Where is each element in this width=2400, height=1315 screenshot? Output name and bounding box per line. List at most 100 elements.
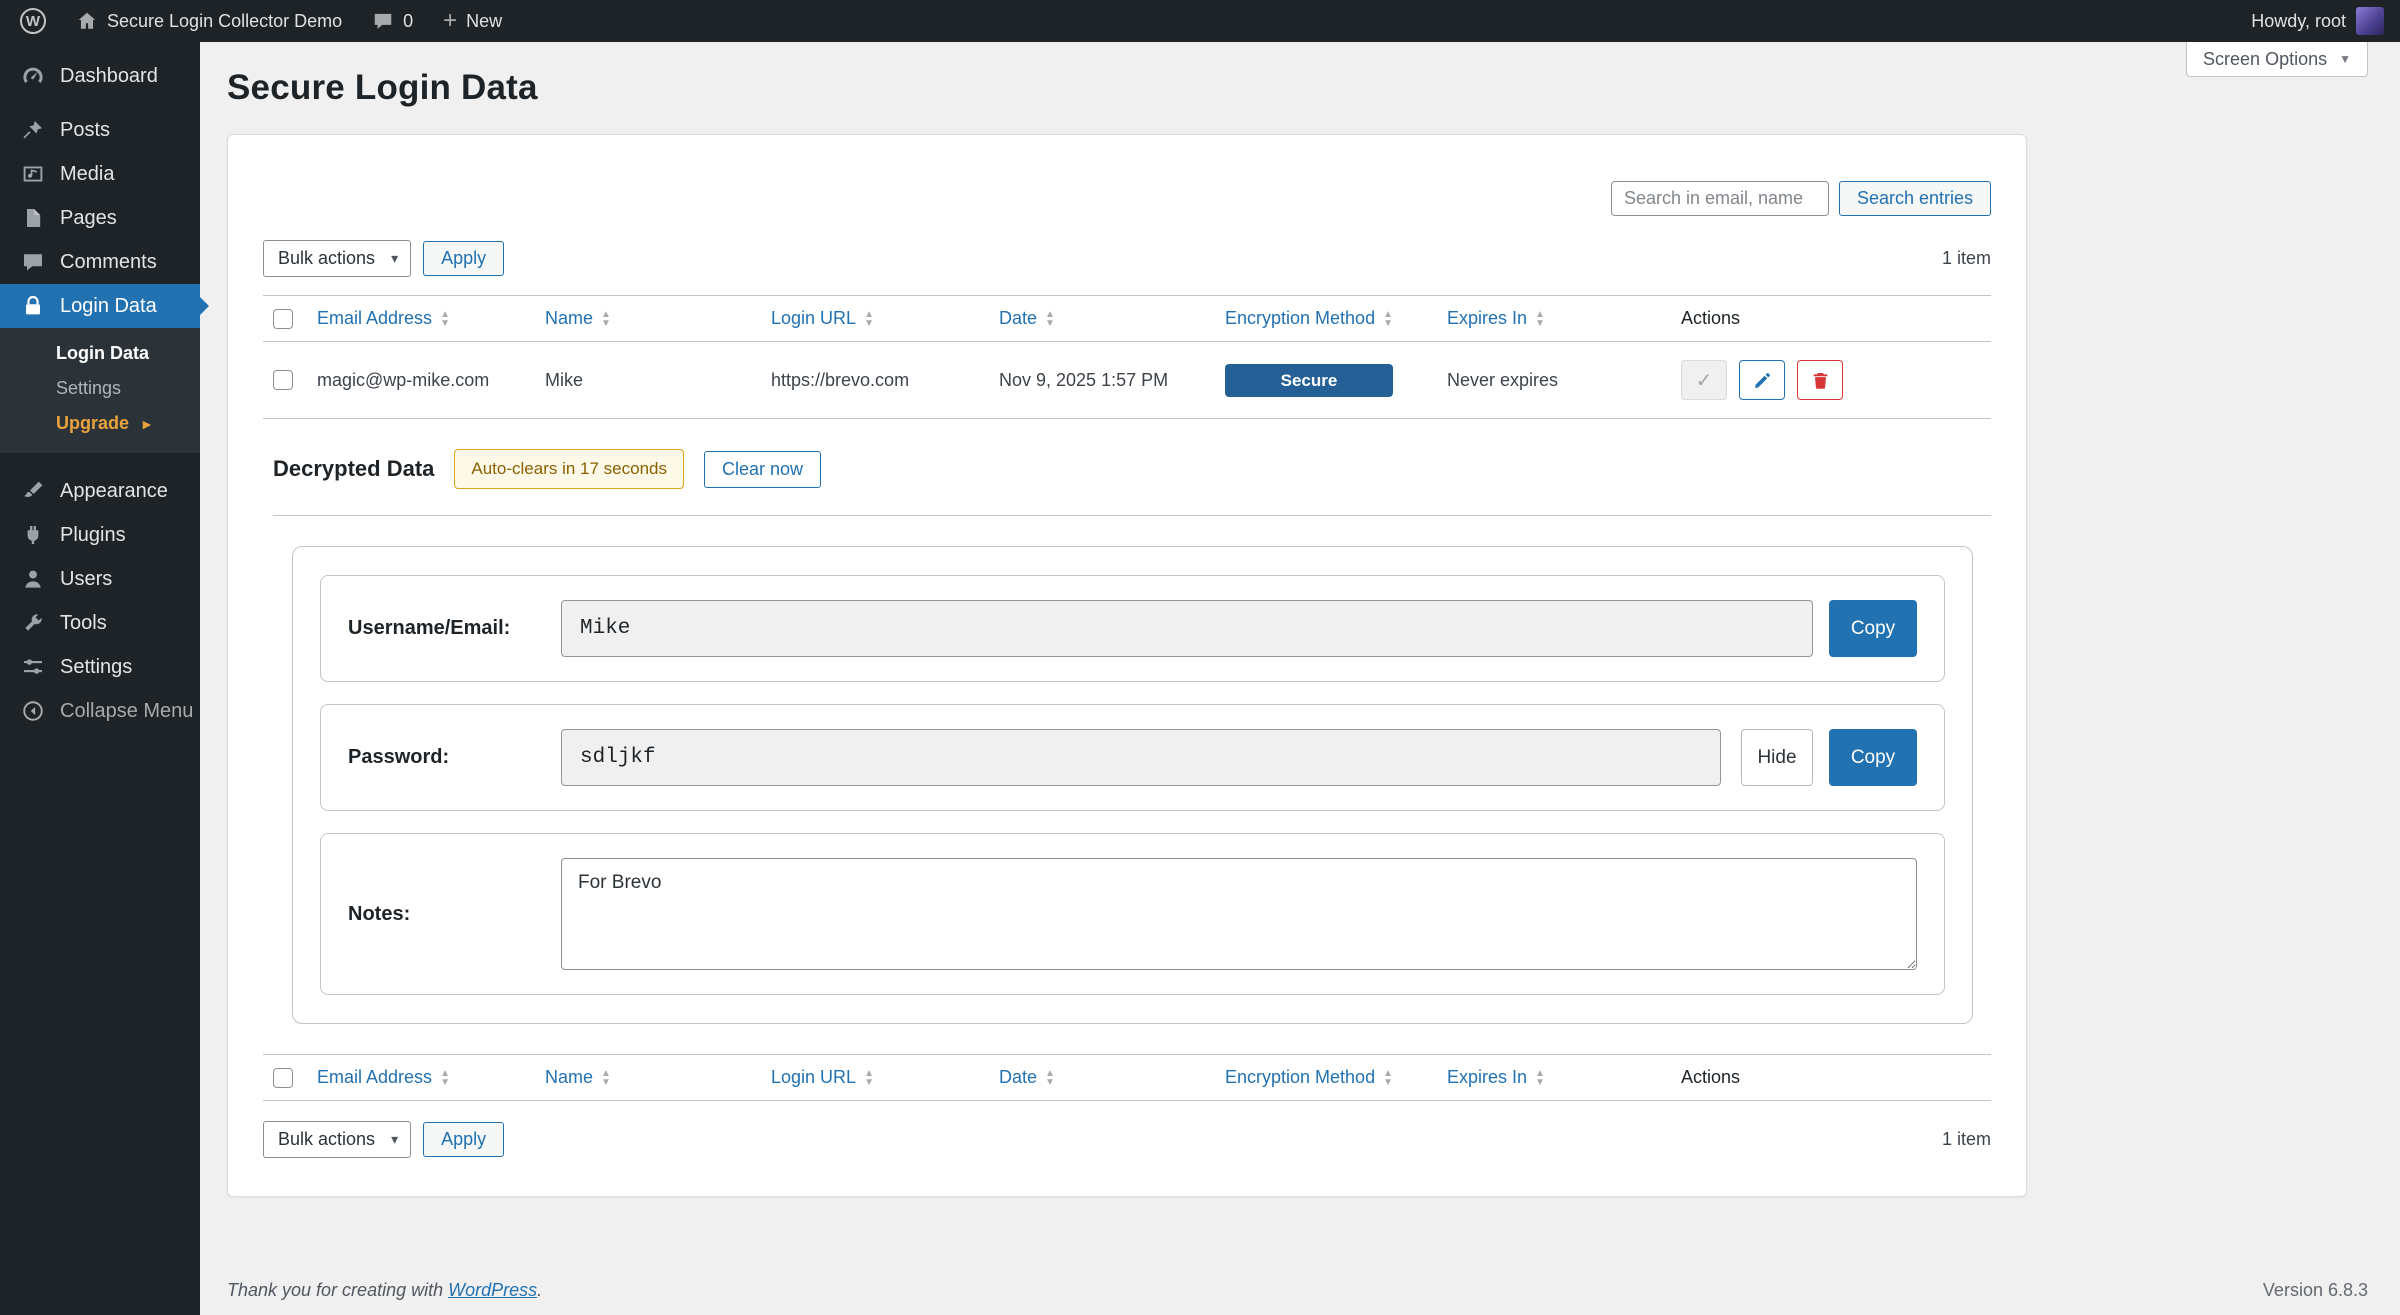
login-entries-card: Search entries Bulk actions ▾ Apply 1 it… [227,134,2027,1197]
notes-label: Notes: [348,903,561,926]
submenu-item-settings[interactable]: Settings [0,371,200,406]
sidebar-item-pages[interactable]: Pages [0,196,200,240]
table-footer-row: Email Address▲▼ Name▲▼ Login URL▲▼ Date▲… [263,1055,1991,1101]
column-footer-expires[interactable]: Expires In▲▼ [1437,1055,1671,1101]
lock-icon [20,293,46,319]
edit-button[interactable] [1739,360,1785,400]
avatar[interactable] [2356,7,2384,35]
comment-count: 0 [403,11,413,32]
search-entries-button[interactable]: Search entries [1839,181,1991,216]
howdy-text[interactable]: Howdy, root [2251,11,2346,32]
site-name-label: Secure Login Collector Demo [107,11,342,32]
delete-button[interactable] [1797,360,1843,400]
sort-icon: ▲▼ [601,310,611,328]
notes-textarea[interactable]: For Brevo [561,858,1917,970]
sidebar-item-label: Collapse Menu [60,700,193,723]
chevron-down-icon: ▾ [391,250,398,267]
arrow-right-icon: ► [140,416,154,432]
item-count: 1 item [1942,248,1991,269]
sidebar-item-label: Settings [60,656,132,679]
submenu-item-login-data[interactable]: Login Data [0,336,200,371]
sidebar-item-users[interactable]: Users [0,557,200,601]
column-footer-login-url[interactable]: Login URL▲▼ [761,1055,989,1101]
sidebar-item-label: Pages [60,207,117,230]
column-header-email[interactable]: Email Address▲▼ [307,296,535,342]
entries-table-footer: Email Address▲▼ Name▲▼ Login URL▲▼ Date▲… [263,1054,1991,1101]
pin-icon [20,117,46,143]
select-all-checkbox[interactable] [273,309,293,329]
divider [273,515,1991,516]
sort-icon: ▲▼ [1383,310,1393,328]
sidebar-item-login-data[interactable]: Login Data [0,284,200,328]
sidebar-item-label: Posts [60,119,110,142]
new-content-link[interactable]: + New [443,11,502,32]
apply-button[interactable]: Apply [423,241,504,276]
sort-icon: ▲▼ [601,1069,611,1087]
table-header-row: Email Address▲▼ Name▲▼ Login URL▲▼ Date▲… [263,296,1991,342]
sidebar-item-plugins[interactable]: Plugins [0,513,200,557]
column-header-encryption[interactable]: Encryption Method▲▼ [1215,296,1437,342]
search-input[interactable] [1611,181,1829,216]
plug-icon [20,522,46,548]
column-header-date[interactable]: Date▲▼ [989,296,1215,342]
copy-password-button[interactable]: Copy [1829,729,1917,786]
wordpress-logo-icon: W [20,8,46,34]
sidebar-item-posts[interactable]: Posts [0,108,200,152]
autoclear-badge: Auto-clears in 17 seconds [454,449,684,489]
comments-link[interactable]: 0 [372,10,413,32]
select-all-cell [263,1055,307,1101]
bulk-actions-select[interactable]: Bulk actions ▾ [263,240,411,277]
view-decrypted-button[interactable]: ✓ [1681,360,1727,400]
column-footer-email[interactable]: Email Address▲▼ [307,1055,535,1101]
row-checkbox[interactable] [273,370,293,390]
trash-icon [1810,370,1831,391]
sidebar-item-tools[interactable]: Tools [0,601,200,645]
chevron-down-icon: ▾ [391,1131,398,1148]
pencil-icon [1752,370,1773,391]
entries-table: Email Address▲▼ Name▲▼ Login URL▲▼ Date▲… [263,295,1991,419]
bulk-actions-select-bottom[interactable]: Bulk actions ▾ [263,1121,411,1158]
menu-separator [0,98,200,108]
sidebar-item-media[interactable]: Media [0,152,200,196]
bulk-actions-row-top: Bulk actions ▾ Apply 1 item [263,240,1991,277]
column-header-expires[interactable]: Expires In▲▼ [1437,296,1671,342]
row-email: magic@wp-mike.com [307,342,535,419]
sidebar-item-settings[interactable]: Settings [0,645,200,689]
submenu-item-upgrade[interactable]: Upgrade ► [0,406,200,441]
column-header-name[interactable]: Name▲▼ [535,296,761,342]
column-footer-date[interactable]: Date▲▼ [989,1055,1215,1101]
collapse-arrow-icon [20,698,46,724]
footer-thanks: Thank you for creating with WordPress. [227,1280,542,1301]
column-footer-encryption[interactable]: Encryption Method▲▼ [1215,1055,1437,1101]
sidebar-item-dashboard[interactable]: Dashboard [0,54,200,98]
bulk-actions-label: Bulk actions [278,1129,375,1150]
plus-icon: + [443,11,457,31]
sidebar-item-appearance[interactable]: Appearance [0,469,200,513]
screen-options-button[interactable]: Screen Options ▼ [2186,42,2368,77]
sort-icon: ▲▼ [1383,1069,1393,1087]
wordpress-logo[interactable]: W [20,8,46,34]
wordpress-link[interactable]: WordPress [448,1280,537,1300]
item-count-bottom: 1 item [1942,1129,1991,1150]
sidebar-item-comments[interactable]: Comments [0,240,200,284]
select-all-checkbox-bottom[interactable] [273,1068,293,1088]
hide-password-button[interactable]: Hide [1741,729,1813,786]
collapse-menu-button[interactable]: Collapse Menu [0,689,200,733]
sort-icon: ▲▼ [1535,310,1545,328]
sidebar-item-label: Users [60,568,112,591]
clear-now-button[interactable]: Clear now [704,451,821,488]
username-input[interactable] [561,600,1813,657]
bulk-actions-row-bottom: Bulk actions ▾ Apply 1 item [263,1121,1991,1158]
column-header-login-url[interactable]: Login URL▲▼ [761,296,989,342]
site-name-link[interactable]: Secure Login Collector Demo [76,10,342,32]
footer-version: Version 6.8.3 [2263,1280,2368,1301]
password-input[interactable] [561,729,1721,786]
home-icon [76,10,98,32]
wrench-icon [20,610,46,636]
column-footer-name[interactable]: Name▲▼ [535,1055,761,1101]
upgrade-label: Upgrade [56,413,129,433]
copy-username-button[interactable]: Copy [1829,600,1917,657]
row-login-url: https://brevo.com [761,342,989,419]
apply-button-bottom[interactable]: Apply [423,1122,504,1157]
sort-icon: ▲▼ [1045,1069,1055,1087]
